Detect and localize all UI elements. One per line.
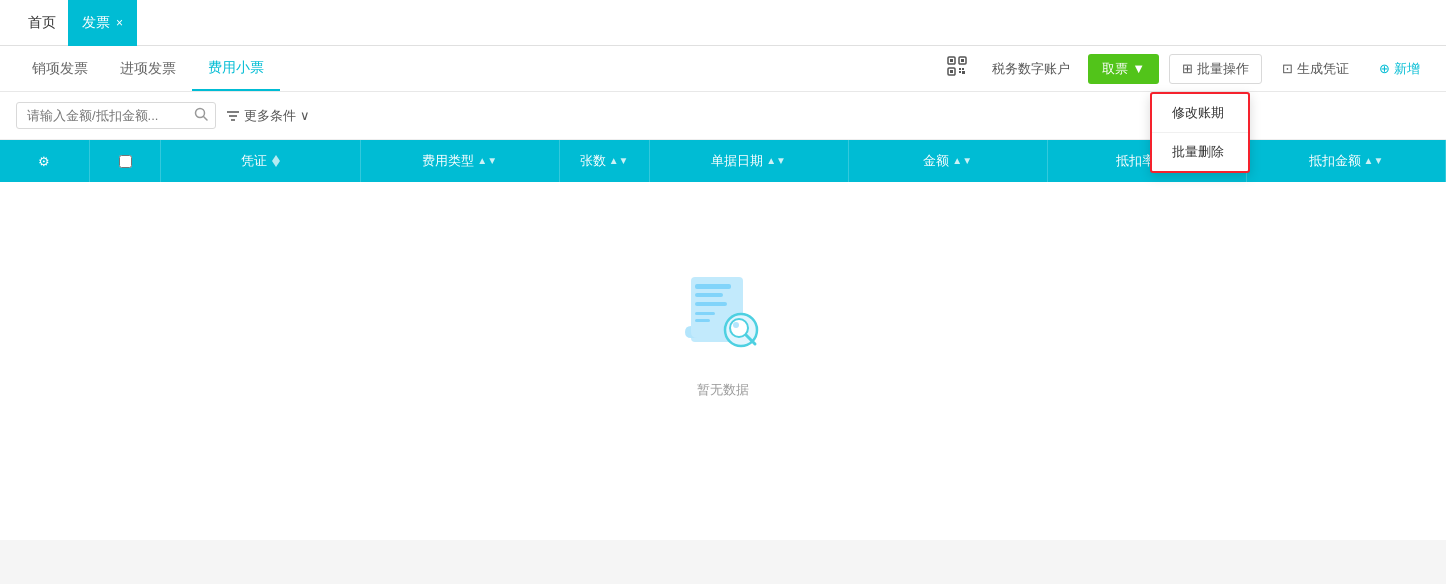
tab-expense-receipt[interactable]: 费用小票	[192, 46, 280, 91]
filter-voucher-icon[interactable]	[271, 154, 281, 168]
qrcode-icon	[946, 55, 968, 77]
svg-marker-16	[272, 161, 280, 167]
gen-voucher-icon: ⊡	[1282, 61, 1293, 76]
main-content: ⚙ 凭证 费用类型 ▲▼ 张数 ▲▼ 单据日期 ▲▼ 金额 ▲▼	[0, 140, 1446, 540]
batch-op-icon: ⊞	[1182, 61, 1193, 76]
sort-expense-type[interactable]: ▲▼	[477, 156, 497, 166]
svg-rect-9	[962, 71, 965, 74]
search-icon	[194, 107, 208, 121]
svg-rect-3	[961, 59, 964, 62]
dropdown-item-modify-period[interactable]: 修改账期	[1152, 94, 1248, 132]
batch-op-dropdown: 修改账期 批量删除	[1150, 92, 1250, 173]
gen-voucher-button[interactable]: ⊡ 生成凭证	[1272, 55, 1359, 83]
qrcode-button[interactable]	[940, 51, 974, 86]
sub-tabs-right: 税务数字账户 取票 ▼ ⊞ 批量操作 ⊡ 生成凭证 ⊕ 新增	[940, 51, 1430, 86]
batch-op-button[interactable]: ⊞ 批量操作	[1169, 54, 1262, 84]
empty-illustration	[673, 262, 773, 365]
svg-rect-26	[695, 319, 710, 322]
sort-deduct-amount[interactable]: ▲▼	[1364, 156, 1384, 166]
sub-tabs-left: 销项发票 进项发票 费用小票	[16, 46, 280, 91]
th-settings[interactable]: ⚙	[0, 140, 90, 182]
search-wrap	[16, 102, 216, 129]
th-voucher: 凭证	[161, 140, 360, 182]
add-icon: ⊕	[1379, 61, 1390, 76]
invoice-tab-label: 发票	[82, 14, 110, 32]
sort-count[interactable]: ▲▼	[609, 156, 629, 166]
sub-tabs-bar: 销项发票 进项发票 费用小票 税务数字账户	[0, 46, 1446, 92]
th-deduct-amount: 抵扣金额 ▲▼	[1247, 140, 1446, 182]
sort-amount[interactable]: ▲▼	[952, 156, 972, 166]
th-count: 张数 ▲▼	[560, 140, 650, 182]
tab-sales-invoice[interactable]: 销项发票	[16, 46, 104, 91]
dropdown-item-batch-delete[interactable]: 批量删除	[1152, 132, 1248, 171]
svg-rect-19	[695, 293, 723, 297]
no-data-icon	[673, 262, 773, 362]
search-input[interactable]	[16, 102, 216, 129]
svg-rect-5	[950, 70, 953, 73]
svg-rect-6	[959, 68, 961, 70]
th-expense-type: 费用类型 ▲▼	[361, 140, 560, 182]
invoice-tab-close[interactable]: ×	[116, 16, 123, 30]
more-filter-button[interactable]: 更多条件 ∨	[226, 107, 310, 125]
svg-marker-15	[272, 155, 280, 161]
svg-point-24	[733, 322, 739, 328]
empty-text: 暂无数据	[697, 381, 749, 399]
home-link[interactable]: 首页	[16, 14, 68, 32]
sort-date[interactable]: ▲▼	[766, 156, 786, 166]
take-invoice-button[interactable]: 取票 ▼	[1088, 54, 1159, 84]
svg-rect-18	[695, 284, 731, 289]
select-all-checkbox[interactable]	[119, 155, 132, 168]
svg-rect-25	[695, 312, 715, 315]
th-checkbox[interactable]	[90, 140, 162, 182]
filter-icon	[226, 110, 240, 122]
svg-rect-1	[950, 59, 953, 62]
svg-rect-8	[959, 71, 961, 73]
add-button[interactable]: ⊕ 新增	[1369, 55, 1430, 83]
svg-rect-20	[695, 302, 727, 306]
th-amount: 金额 ▲▼	[849, 140, 1048, 182]
svg-line-11	[204, 117, 208, 121]
search-button[interactable]	[194, 107, 208, 124]
svg-rect-7	[962, 68, 964, 70]
empty-state: 暂无数据	[0, 182, 1446, 479]
invoice-tab[interactable]: 发票 ×	[68, 0, 137, 46]
top-nav: 首页 发票 ×	[0, 0, 1446, 46]
tab-purchase-invoice[interactable]: 进项发票	[104, 46, 192, 91]
th-date: 单据日期 ▲▼	[650, 140, 849, 182]
tax-account-button[interactable]: 税务数字账户	[984, 56, 1078, 82]
